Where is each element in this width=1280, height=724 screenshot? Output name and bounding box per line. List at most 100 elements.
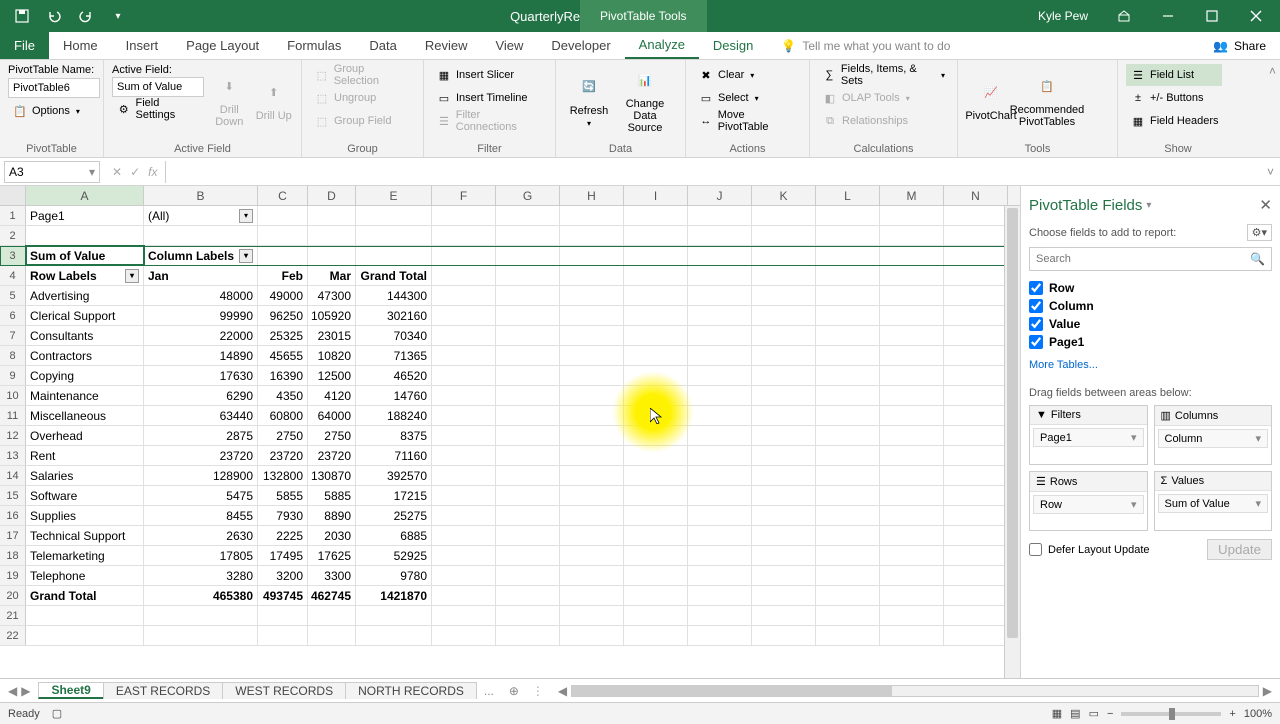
cell[interactable] <box>560 346 624 365</box>
column-header-G[interactable]: G <box>496 186 560 205</box>
cell[interactable]: 493745 <box>258 586 308 605</box>
cell[interactable] <box>624 526 688 545</box>
cell[interactable] <box>688 546 752 565</box>
cell[interactable]: 5475 <box>144 486 258 505</box>
cell[interactable] <box>258 246 308 265</box>
add-sheet-icon[interactable]: ⊕ <box>502 684 526 698</box>
cell[interactable] <box>308 226 356 245</box>
cell[interactable] <box>752 346 816 365</box>
cell[interactable] <box>432 506 496 525</box>
cell[interactable] <box>880 426 944 445</box>
clear-button[interactable]: ✖Clear▾ <box>694 64 801 86</box>
insert-timeline-button[interactable]: ▭Insert Timeline <box>432 87 547 109</box>
cell[interactable] <box>752 386 816 405</box>
cell[interactable] <box>944 626 1008 645</box>
cell[interactable]: 2030 <box>308 526 356 545</box>
cell[interactable]: 188240 <box>356 406 432 425</box>
cell[interactable] <box>560 506 624 525</box>
cell[interactable] <box>624 326 688 345</box>
column-header-K[interactable]: K <box>752 186 816 205</box>
cell[interactable]: 7930 <box>258 506 308 525</box>
ungroup-button[interactable]: ⬚Ungroup <box>310 87 415 109</box>
filter-dropdown-icon[interactable]: ▾ <box>239 249 253 263</box>
columns-area[interactable]: ▥Columns Column▾ <box>1154 405 1273 465</box>
cell[interactable] <box>308 626 356 645</box>
rows-area[interactable]: ☰Rows Row▾ <box>1029 471 1148 531</box>
tell-me-input[interactable]: 💡 Tell me what you want to do <box>767 32 1199 59</box>
cell[interactable]: Technical Support <box>26 526 144 545</box>
cell[interactable]: 14890 <box>144 346 258 365</box>
field-checkbox-row[interactable]: Row <box>1029 279 1272 297</box>
cell[interactable] <box>560 366 624 385</box>
scrollbar-thumb[interactable] <box>1007 208 1018 638</box>
sheet-nav-next-icon[interactable]: ▶ <box>21 684 30 698</box>
cell[interactable]: 2875 <box>144 426 258 445</box>
filters-area[interactable]: ▼Filters Page1▾ <box>1029 405 1148 465</box>
cell[interactable]: (All)▾ <box>144 206 258 225</box>
cell[interactable] <box>944 486 1008 505</box>
cell[interactable] <box>944 226 1008 245</box>
cell[interactable] <box>944 306 1008 325</box>
cell[interactable] <box>752 306 816 325</box>
row-header[interactable]: 1 <box>0 206 26 225</box>
redo-icon[interactable] <box>74 4 98 28</box>
cell[interactable]: 462745 <box>308 586 356 605</box>
cell[interactable] <box>624 246 688 265</box>
cell[interactable]: 144300 <box>356 286 432 305</box>
field-checkbox-value[interactable]: Value <box>1029 315 1272 333</box>
row-header[interactable]: 12 <box>0 426 26 445</box>
row-header[interactable]: 4 <box>0 266 26 285</box>
cell[interactable] <box>752 206 816 225</box>
cell[interactable] <box>944 526 1008 545</box>
macro-record-icon[interactable]: ▢ <box>52 707 62 720</box>
zoom-out-icon[interactable]: − <box>1107 708 1113 720</box>
cell[interactable]: Row Labels▾ <box>26 266 144 285</box>
cell[interactable] <box>816 246 880 265</box>
cell[interactable] <box>880 546 944 565</box>
cell[interactable] <box>496 366 560 385</box>
cell[interactable]: 14760 <box>356 386 432 405</box>
cell[interactable] <box>816 626 880 645</box>
cell[interactable] <box>496 486 560 505</box>
cell[interactable] <box>816 306 880 325</box>
refresh-button[interactable]: 🔄Refresh▾ <box>564 64 614 134</box>
cell[interactable]: 128900 <box>144 466 258 485</box>
cell[interactable] <box>624 566 688 585</box>
cell[interactable] <box>624 426 688 445</box>
cell[interactable]: 302160 <box>356 306 432 325</box>
cell[interactable] <box>560 566 624 585</box>
sheet-tab[interactable]: NORTH RECORDS <box>345 682 477 699</box>
cell[interactable] <box>816 466 880 485</box>
cell[interactable]: Feb <box>258 266 308 285</box>
tab-data[interactable]: Data <box>355 32 410 59</box>
cell[interactable]: 17215 <box>356 486 432 505</box>
cell[interactable]: 10820 <box>308 346 356 365</box>
vertical-scrollbar[interactable] <box>1004 206 1020 678</box>
cell[interactable] <box>432 586 496 605</box>
cell[interactable] <box>816 206 880 225</box>
cell[interactable] <box>496 306 560 325</box>
cell[interactable]: 99990 <box>144 306 258 325</box>
select-all-corner[interactable] <box>0 186 26 205</box>
cell[interactable] <box>816 266 880 285</box>
plus-minus-buttons-button[interactable]: ±+/- Buttons <box>1126 87 1222 109</box>
ribbon-display-options-icon[interactable] <box>1104 0 1144 32</box>
cell[interactable] <box>944 606 1008 625</box>
cell[interactable] <box>880 346 944 365</box>
cell[interactable] <box>880 206 944 225</box>
cell[interactable] <box>944 386 1008 405</box>
row-header[interactable]: 19 <box>0 566 26 585</box>
cell[interactable] <box>816 386 880 405</box>
cell[interactable]: 4120 <box>308 386 356 405</box>
cell[interactable] <box>624 466 688 485</box>
column-header-D[interactable]: D <box>308 186 356 205</box>
cell[interactable] <box>560 626 624 645</box>
cell[interactable] <box>560 446 624 465</box>
tab-page-layout[interactable]: Page Layout <box>172 32 273 59</box>
sheet-tab-active[interactable]: Sheet9 <box>38 682 103 699</box>
sheet-tab[interactable]: EAST RECORDS <box>103 682 223 699</box>
cell[interactable] <box>624 306 688 325</box>
field-settings-button[interactable]: ⚙Field Settings <box>112 98 204 120</box>
cell[interactable] <box>560 386 624 405</box>
values-area[interactable]: ΣValues Sum of Value▾ <box>1154 471 1273 531</box>
